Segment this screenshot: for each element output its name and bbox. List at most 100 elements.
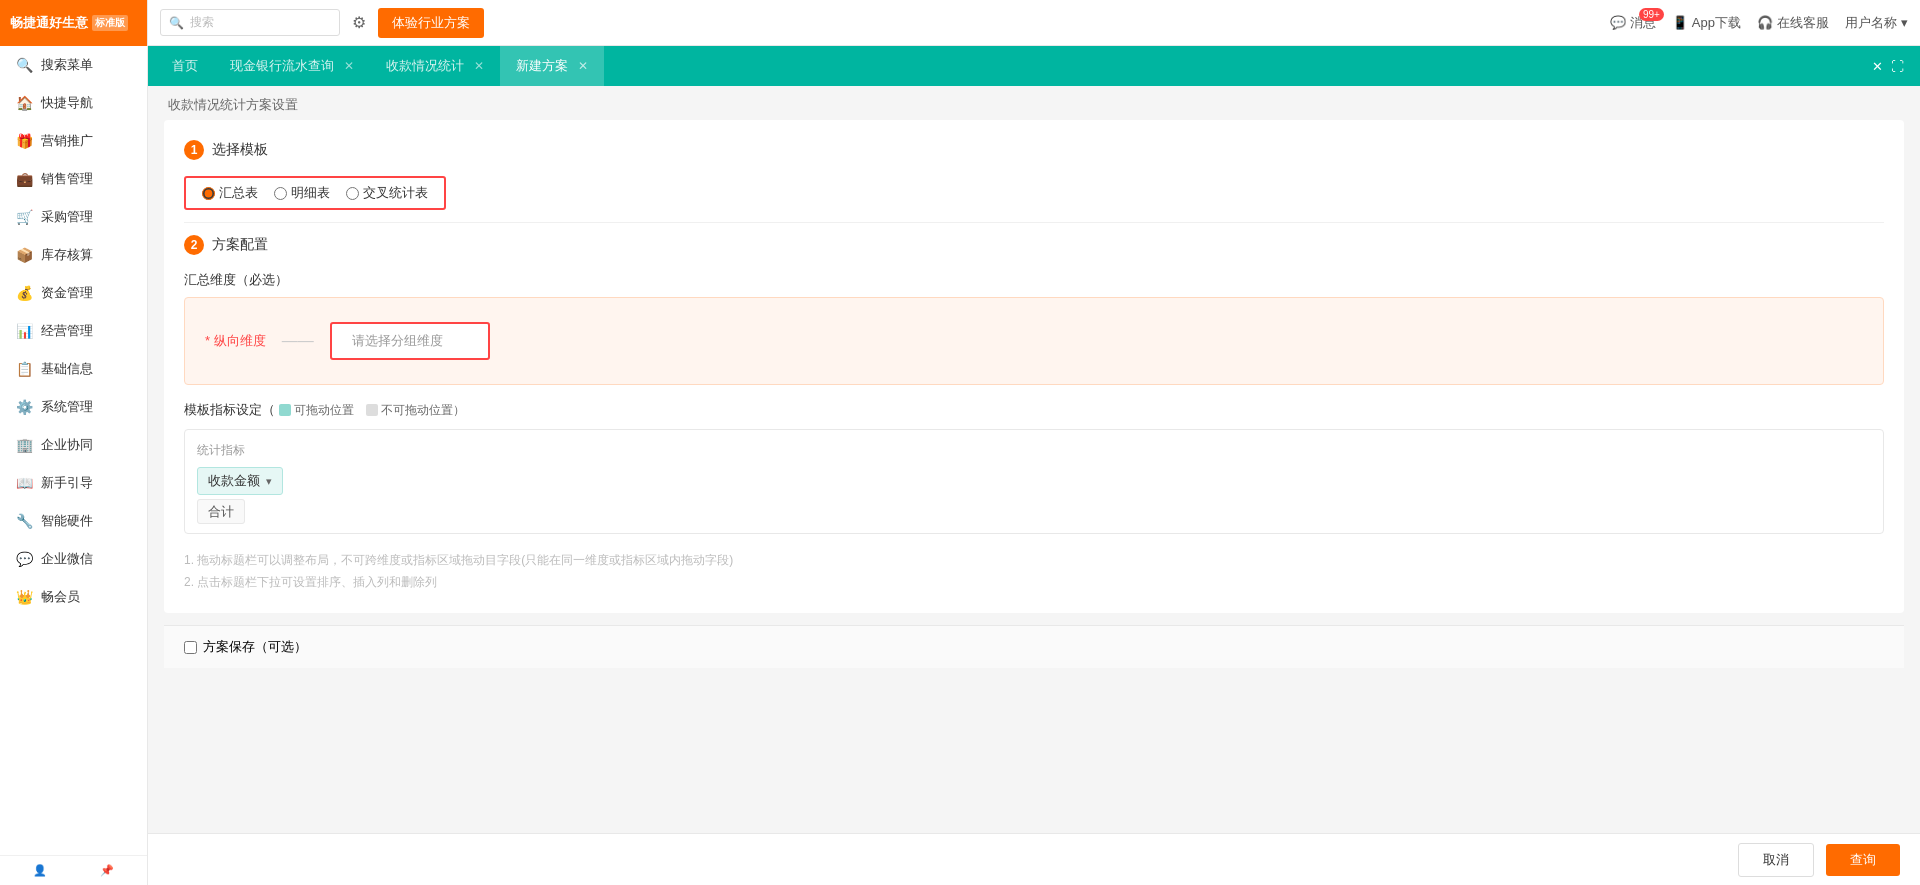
dimension-subsection: 汇总维度（必选） * 纵向维度 —— 请选择分组维度: [184, 271, 1884, 385]
logo-badge: 标准版: [92, 15, 128, 31]
cancel-button[interactable]: 取消: [1738, 843, 1814, 877]
sidebar-item-search-menu[interactable]: 🔍 搜索菜单: [0, 46, 147, 84]
sidebar-logo: 畅捷通好生意 标准版: [0, 0, 147, 46]
sidebar-item-quick-nav[interactable]: 🏠 快捷导航: [0, 84, 147, 122]
dimension-selector[interactable]: 请选择分组维度: [330, 322, 490, 360]
user-item[interactable]: 用户名称 ▾: [1845, 14, 1908, 32]
sidebar-bottom: 👤 📌: [0, 855, 147, 885]
tip2-text: 2. 点击标题栏下拉可设置排序、插入列和删除列: [184, 572, 437, 594]
notification-item[interactable]: 💬 消息 99+: [1610, 14, 1656, 32]
sidebar-item-label: 快捷导航: [41, 94, 93, 112]
dimension-arrow-icon: ——: [282, 332, 314, 350]
tab-home-label: 首页: [172, 57, 198, 75]
tab-bank-flow-close[interactable]: ✕: [344, 59, 354, 73]
sidebar-item-label: 营销推广: [41, 132, 93, 150]
radio-cross-input[interactable]: [346, 187, 359, 200]
radio-summary-label: 汇总表: [219, 184, 258, 202]
sidebar-item-label: 企业微信: [41, 550, 93, 568]
tab-home[interactable]: 首页: [156, 46, 214, 86]
sidebar-bottom-account[interactable]: 👤: [8, 864, 72, 877]
hardware-icon: 🔧: [16, 513, 33, 529]
breadcrumb: 收款情况统计方案设置: [148, 86, 1920, 120]
user-name: 用户名称: [1845, 14, 1897, 32]
metrics-subtag: 合计: [197, 499, 245, 524]
sidebar-item-finance[interactable]: 💰 资金管理: [0, 274, 147, 312]
draggable-label: 可拖动位置: [294, 402, 354, 419]
chevron-down-icon: ▾: [1901, 15, 1908, 30]
metrics-tag-receipt[interactable]: 收款金额 ▾: [197, 467, 283, 495]
tab-receipt-stats-close[interactable]: ✕: [474, 59, 484, 73]
save-checkbox[interactable]: [184, 641, 197, 654]
dimension-section-label: 汇总维度（必选）: [184, 271, 1884, 289]
guide-icon: 📖: [16, 475, 33, 491]
service-item[interactable]: 🎧 在线客服: [1757, 14, 1829, 32]
stats-label: 统计指标: [197, 442, 1871, 459]
operations-icon: 📊: [16, 323, 33, 339]
step1-title: 选择模板: [212, 141, 268, 159]
tab-close-right: ✕ ⛶: [1872, 59, 1912, 74]
inventory-icon: 📦: [16, 247, 33, 263]
radio-summary[interactable]: 汇总表: [202, 184, 258, 202]
trial-btn[interactable]: 体验行业方案: [378, 8, 484, 38]
radio-detail-input[interactable]: [274, 187, 287, 200]
sidebar-item-inventory[interactable]: 📦 库存核算: [0, 236, 147, 274]
settings-icon[interactable]: ⚙: [352, 13, 366, 32]
draggable-hint: 可拖动位置: [279, 402, 354, 419]
step2-header: 2 方案配置: [184, 235, 1884, 255]
search-menu-icon: 🔍: [16, 57, 33, 73]
draggable-indicator: [279, 404, 291, 416]
template-section: 汇总表 明细表 交叉统计表: [184, 176, 1884, 210]
sidebar-item-label: 销售管理: [41, 170, 93, 188]
metrics-tag-label: 收款金额: [208, 472, 260, 490]
tab-bank-flow[interactable]: 现金银行流水查询 ✕: [214, 46, 370, 86]
tab-new-plan-close[interactable]: ✕: [578, 59, 588, 73]
sidebar-item-purchase[interactable]: 🛒 采购管理: [0, 198, 147, 236]
tips-section: 1. 拖动标题栏可以调整布局，不可跨维度或指标区域拖动目字段(只能在同一维度或指…: [184, 550, 1884, 593]
sidebar-item-member[interactable]: 👑 畅会员: [0, 578, 147, 616]
sidebar-item-operations[interactable]: 📊 经营管理: [0, 312, 147, 350]
non-draggable-label: 不可拖动位置）: [381, 402, 465, 419]
metrics-subtag-row: 合计: [197, 503, 1871, 521]
footer-bar: 取消 查询: [148, 833, 1920, 885]
sidebar-item-label: 畅会员: [41, 588, 80, 606]
metrics-section: 统计指标 收款金额 ▾ 合计: [184, 429, 1884, 534]
account-icon: 👤: [33, 864, 47, 877]
non-draggable-indicator: [366, 404, 378, 416]
vertical-dimension-label: * 纵向维度: [205, 332, 266, 350]
metrics-dropdown-icon[interactable]: ▾: [266, 475, 272, 488]
tab-receipt-stats[interactable]: 收款情况统计 ✕: [370, 46, 500, 86]
member-icon: 👑: [16, 589, 33, 605]
sidebar-item-basic-info[interactable]: 📋 基础信息: [0, 350, 147, 388]
sidebar-item-marketing[interactable]: 🎁 营销推广: [0, 122, 147, 160]
download-icon: 📱: [1672, 15, 1688, 30]
radio-detail[interactable]: 明细表: [274, 184, 330, 202]
sidebar-item-smart-hardware[interactable]: 🔧 智能硬件: [0, 502, 147, 540]
search-bar[interactable]: 🔍 搜索: [160, 9, 340, 36]
sidebar-item-label: 经营管理: [41, 322, 93, 340]
basic-info-icon: 📋: [16, 361, 33, 377]
step1-badge: 1: [184, 140, 204, 160]
sidebar-item-enterprise-wechat[interactable]: 💬 企业微信: [0, 540, 147, 578]
sidebar-item-beginner-guide[interactable]: 📖 新手引导: [0, 464, 147, 502]
service-label: 在线客服: [1777, 14, 1829, 32]
radio-summary-input[interactable]: [202, 187, 215, 200]
metrics-subsection: 模板指标设定（ 可拖动位置 不可拖动位置） 统计指标 收: [184, 401, 1884, 534]
sidebar-item-label: 系统管理: [41, 398, 93, 416]
sidebar-item-sales[interactable]: 💼 销售管理: [0, 160, 147, 198]
radio-cross[interactable]: 交叉统计表: [346, 184, 428, 202]
tab-new-plan[interactable]: 新建方案 ✕: [500, 46, 604, 86]
query-button[interactable]: 查询: [1826, 844, 1900, 876]
finance-icon: 💰: [16, 285, 33, 301]
metrics-header-row: 模板指标设定（ 可拖动位置 不可拖动位置）: [184, 401, 1884, 419]
tip-line-2: 2. 点击标题栏下拉可设置排序、插入列和删除列: [184, 572, 1884, 594]
tabbar: 首页 现金银行流水查询 ✕ 收款情况统计 ✕ 新建方案 ✕ ✕ ⛶: [148, 46, 1920, 86]
tab-window-close[interactable]: ✕: [1872, 59, 1883, 74]
tab-new-plan-label: 新建方案: [516, 57, 568, 75]
sidebar-item-enterprise-collab[interactable]: 🏢 企业协同: [0, 426, 147, 464]
main-area: 🔍 搜索 ⚙ 体验行业方案 💬 消息 99+ 📱 App下载 🎧 在线客服 用户…: [148, 0, 1920, 885]
tab-window-maximize[interactable]: ⛶: [1891, 59, 1904, 74]
sidebar-bottom-more[interactable]: 📌: [76, 864, 140, 877]
metrics-settings-label: 模板指标设定（: [184, 401, 275, 419]
download-item[interactable]: 📱 App下载: [1672, 14, 1741, 32]
sidebar-item-system[interactable]: ⚙️ 系统管理: [0, 388, 147, 426]
